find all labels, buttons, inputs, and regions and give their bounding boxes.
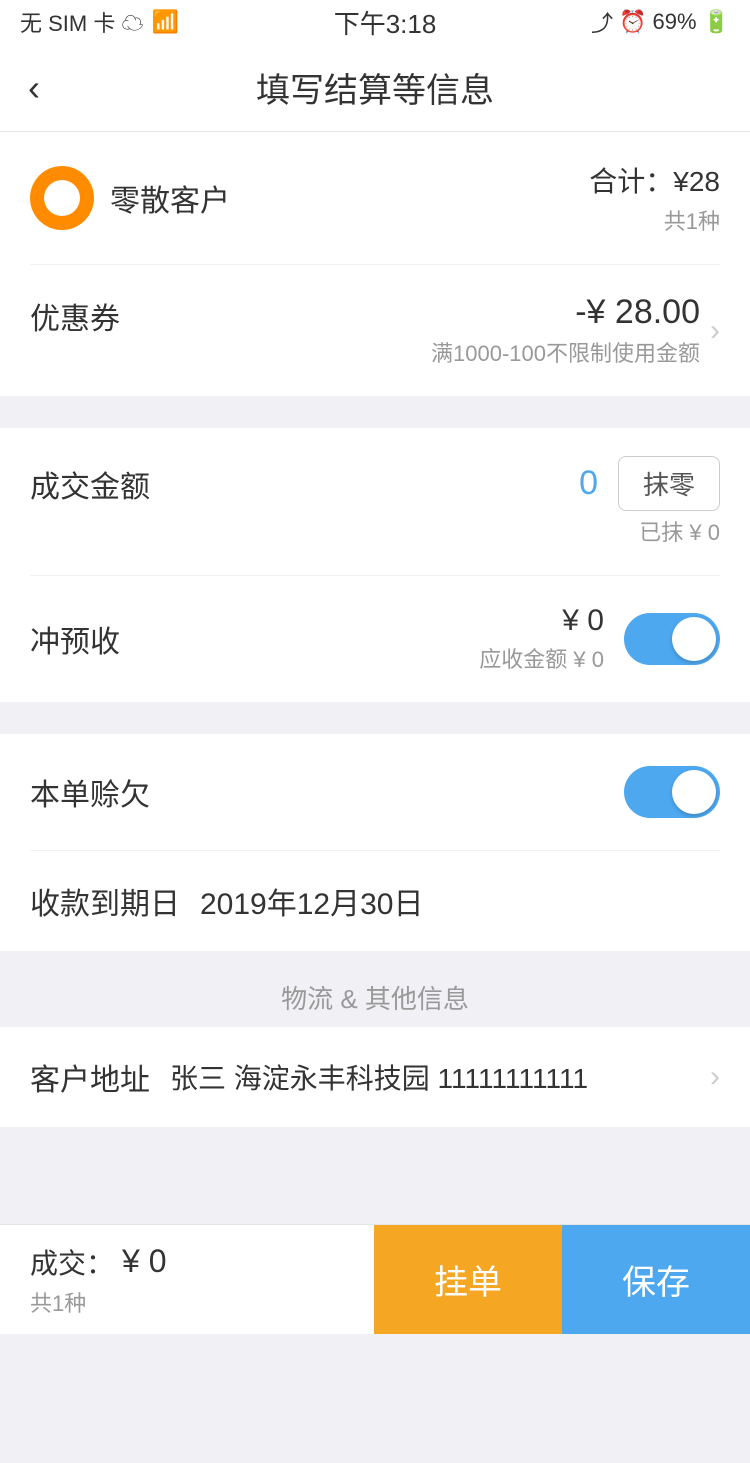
address-label: 客户地址 — [30, 1055, 150, 1099]
alarm-icon: ⏰ — [619, 9, 646, 35]
coupon-desc: 满1000-100不限制使用金额 — [431, 336, 700, 368]
address-row[interactable]: 客户地址 张三 海淀永丰科技园 11111111111 › — [0, 1027, 750, 1127]
debt-card: 本单赊欠 收款到期日 2019年12月30日 — [0, 734, 750, 951]
customer-right: 合计：¥28 共1种 — [589, 160, 720, 236]
due-date-value: 2019年12月30日 — [200, 879, 423, 923]
save-button[interactable]: 保存 — [562, 1225, 750, 1334]
debt-toggle[interactable] — [624, 766, 720, 818]
prepay-amounts: ¥ 0 应收金额 ¥ 0 — [479, 604, 604, 674]
debt-label: 本单赊欠 — [30, 770, 150, 814]
wifi-icon: 📶 — [151, 9, 178, 35]
footer-amount-row: 成交： ¥ 0 — [30, 1242, 344, 1282]
transaction-value: 0 — [579, 464, 598, 503]
nav-bar: ‹ 填写结算等信息 — [0, 44, 750, 132]
debt-toggle-knob — [672, 770, 716, 814]
coupon-content: -¥ 28.00 满1000-100不限制使用金额 — [431, 293, 700, 368]
sim-signal: 无 SIM 卡 ☁ — [20, 6, 143, 38]
due-date-label: 收款到期日 — [30, 879, 180, 923]
logistics-text: 物流 & 其他信息 — [281, 979, 469, 1016]
transaction-card: 成交金额 0 抹零 已抹 ¥ 0 冲预收 ¥ 0 应收金额 ¥ 0 — [0, 428, 750, 702]
footer-deal-amount: ¥ 0 — [122, 1243, 166, 1280]
coupon-right: -¥ 28.00 满1000-100不限制使用金额 › — [431, 293, 720, 368]
coupon-amount: -¥ 28.00 — [431, 293, 700, 332]
battery-level: 69% — [653, 9, 697, 35]
prepay-label: 冲预收 — [30, 617, 120, 661]
prepay-row: 冲预收 ¥ 0 应收金额 ¥ 0 — [0, 576, 750, 702]
transaction-sub: 已抹 ¥ 0 — [30, 515, 720, 547]
footer-count: 共1种 — [30, 1286, 344, 1318]
avatar-icon — [44, 180, 80, 216]
prepay-amount: ¥ 0 — [479, 604, 604, 638]
status-right: ⤴ ⏰ 69% 🔋 — [591, 6, 730, 38]
section-divider-1 — [0, 412, 750, 428]
avatar — [30, 166, 94, 230]
due-date-row: 收款到期日 2019年12月30日 — [0, 851, 750, 951]
transaction-label: 成交金额 — [30, 462, 150, 506]
address-card: 客户地址 张三 海淀永丰科技园 11111111111 › — [0, 1027, 750, 1127]
page-title: 填写结算等信息 — [256, 63, 494, 112]
address-chevron-icon: › — [710, 1060, 720, 1094]
status-time: 下午3:18 — [334, 4, 437, 41]
transaction-row: 成交金额 0 抹零 已抹 ¥ 0 — [0, 428, 750, 575]
footer-info: 成交： ¥ 0 共1种 — [0, 1225, 374, 1334]
address-value: 张三 海淀永丰科技园 11111111111 — [170, 1057, 710, 1097]
hang-button[interactable]: 挂单 — [374, 1225, 562, 1334]
transaction-right: 0 抹零 — [579, 456, 720, 511]
coupon-label: 优惠券 — [30, 293, 120, 347]
customer-name: 零散客户 — [110, 176, 230, 220]
prepay-right: ¥ 0 应收金额 ¥ 0 — [479, 604, 720, 674]
customer-row: 零散客户 合计：¥28 共1种 — [0, 132, 750, 264]
total-amount: 合计：¥28 — [589, 160, 720, 200]
transaction-main-row: 成交金额 0 抹零 — [30, 456, 720, 511]
total-count: 共1种 — [589, 204, 720, 236]
debt-row: 本单赊欠 — [0, 734, 750, 850]
footer: 成交： ¥ 0 共1种 挂单 保存 — [0, 1224, 750, 1334]
status-left: 无 SIM 卡 ☁ 📶 — [20, 6, 179, 38]
battery-icon: 🔋 — [703, 9, 730, 35]
toggle-knob — [672, 617, 716, 661]
coupon-row[interactable]: 优惠券 -¥ 28.00 满1000-100不限制使用金额 › — [0, 265, 750, 396]
customer-left: 零散客户 — [30, 166, 230, 230]
chevron-right-icon: › — [710, 314, 720, 348]
location-icon: ⤴ — [591, 6, 613, 38]
round-zero-button[interactable]: 抹零 — [618, 456, 720, 511]
prepay-toggle[interactable] — [624, 613, 720, 665]
prepay-sub: 应收金额 ¥ 0 — [479, 642, 604, 674]
customer-card: 零散客户 合计：¥28 共1种 优惠券 -¥ 28.00 满1000-100不限… — [0, 132, 750, 396]
logistics-divider: 物流 & 其他信息 — [0, 967, 750, 1027]
back-button[interactable]: ‹ — [28, 67, 40, 109]
section-divider-2 — [0, 718, 750, 734]
footer-deal-label: 成交： — [30, 1242, 114, 1282]
status-bar: 无 SIM 卡 ☁ 📶 下午3:18 ⤴ ⏰ 69% 🔋 — [0, 0, 750, 44]
